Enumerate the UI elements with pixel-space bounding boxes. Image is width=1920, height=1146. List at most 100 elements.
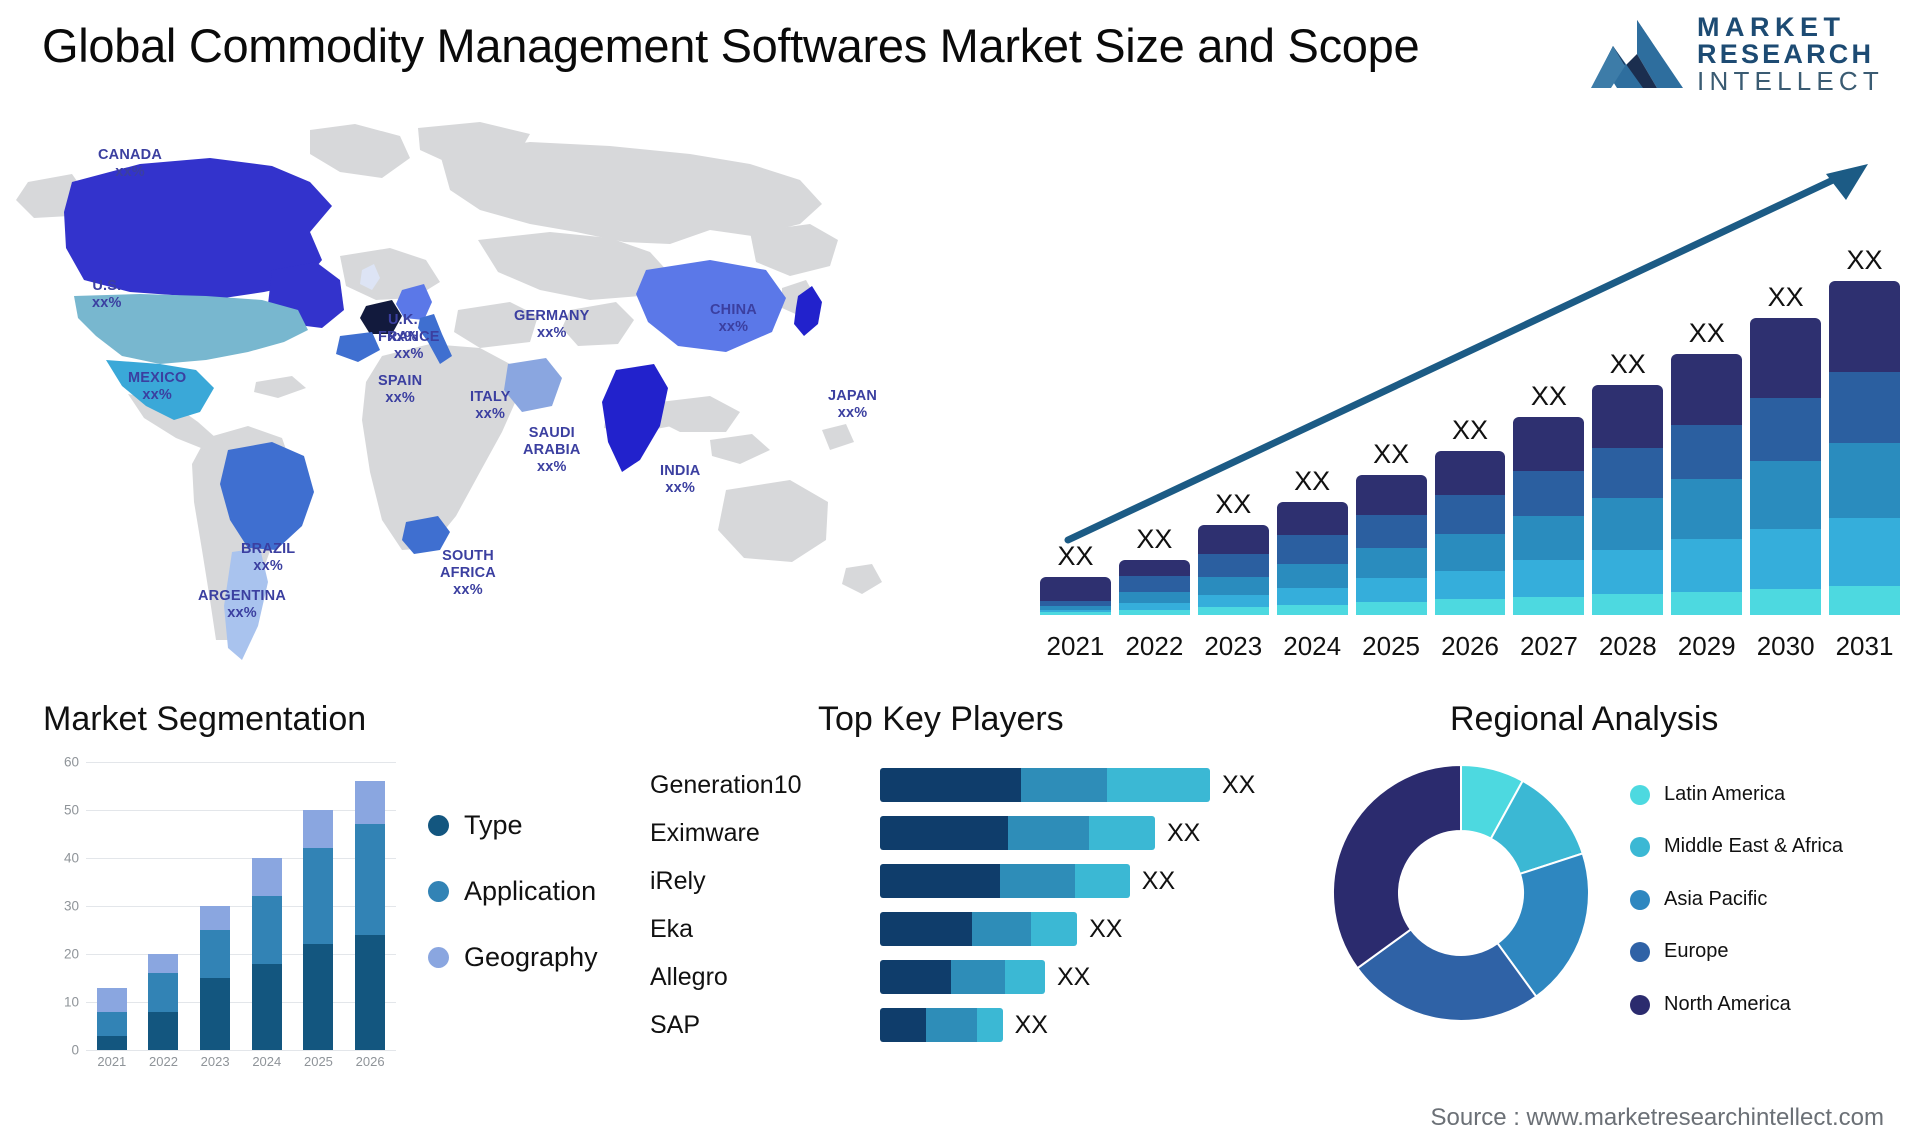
forecast-bar-segment	[1829, 586, 1900, 615]
forecast-bar-segment	[1829, 281, 1900, 373]
forecast-bar-segment	[1829, 518, 1900, 587]
key-player-bar	[880, 864, 1130, 898]
forecast-bar-segment	[1118, 575, 1190, 592]
world-map-svg	[16, 122, 882, 660]
forecast-bar-column: XX	[1671, 318, 1743, 615]
forecast-bar-segment	[1276, 564, 1348, 588]
key-player-value-label: XX	[1057, 962, 1091, 991]
segmentation-x-tick: 2024	[252, 1054, 282, 1069]
segmentation-bar-segment	[355, 781, 386, 825]
forecast-bar-segment	[1118, 609, 1190, 615]
forecast-bar-segment	[1355, 475, 1427, 515]
forecast-bar-value-label: XX	[1451, 414, 1488, 445]
legend-dot-icon	[1630, 785, 1650, 805]
segmentation-bar-column	[303, 810, 334, 1050]
segmentation-x-axis: 2021 2022 2023 2024 2025 2026	[86, 1054, 396, 1069]
market-segmentation-title: Market Segmentation	[43, 700, 367, 738]
key-player-bar	[880, 960, 1045, 994]
forecast-year-label: 2030	[1756, 631, 1815, 661]
forecast-bar-segment	[1355, 548, 1427, 579]
segmentation-x-tick: 2022	[149, 1054, 178, 1069]
segmentation-bar-segment	[96, 1035, 127, 1050]
forecast-bar-segment	[1197, 553, 1269, 578]
key-player-name: Eka	[650, 914, 694, 943]
regional-legend: Latin America Middle East & Africa Asia Pa…	[1630, 782, 1843, 1016]
forecast-year-label: 2025	[1362, 631, 1420, 661]
segmentation-legend: Type Application Geography	[428, 810, 598, 973]
forecast-bar-segment	[1434, 599, 1506, 615]
forecast-bar-segment	[1197, 595, 1269, 608]
forecast-bar-segment	[1355, 578, 1427, 602]
header: Global Commodity Management Softwares Ma…	[0, 0, 1920, 120]
segmentation-y-tick: 10	[63, 994, 79, 1010]
forecast-bar-segment	[1750, 317, 1822, 399]
key-player-bar-segment	[977, 1008, 1003, 1042]
key-player-bar	[880, 816, 1155, 850]
segmentation-bar-segment	[148, 1011, 179, 1050]
key-player-bar-segment	[1031, 912, 1078, 946]
segmentation-y-tick: 30	[63, 898, 79, 914]
segmentation-bar-column	[251, 858, 282, 1050]
forecast-bar-segment	[1513, 560, 1585, 597]
forecast-bar-value-label: XX	[1215, 488, 1252, 519]
segmentation-legend-item: Type	[428, 810, 598, 841]
key-player-bar-segment	[1000, 864, 1075, 898]
forecast-year-label: 2027	[1519, 631, 1578, 661]
segmentation-y-tick: 20	[63, 946, 79, 962]
forecast-year-label: 2022	[1125, 631, 1184, 661]
top-key-players-panel: Top Key Players Generation10 XX Eximware XX…	[650, 700, 1300, 1130]
forecast-bar-segment	[1671, 479, 1743, 540]
forecast-bar-segment	[1592, 594, 1664, 615]
key-players-list: Generation10 XX Eximware XX iRely XX Eka XX Alle…	[650, 768, 1300, 1042]
forecast-bar-segment	[1276, 587, 1348, 605]
regional-legend-item: Europe	[1630, 939, 1843, 963]
segmentation-bar-segment	[200, 906, 231, 930]
forecast-bar-segment	[1829, 372, 1900, 443]
forecast-bar-segment	[1040, 612, 1111, 615]
segmentation-bar-segment	[251, 963, 282, 1050]
forecast-bar-segment	[1592, 497, 1664, 550]
forecast-bar-column: XX	[1276, 466, 1348, 615]
key-player-name: Eximware	[650, 818, 760, 847]
legend-dot-icon	[428, 815, 449, 836]
key-player-row: SAP XX	[650, 1008, 1300, 1042]
legend-dot-icon	[428, 881, 449, 902]
forecast-stacked-bar	[1750, 317, 1822, 615]
key-player-name: Allegro	[650, 962, 728, 991]
segmentation-bar-segment	[200, 978, 231, 1050]
forecast-bar-segment	[1513, 471, 1585, 516]
key-player-bar-segment	[1008, 816, 1089, 850]
segmentation-y-tick: 50	[63, 802, 79, 818]
forecast-bar-segment	[1829, 442, 1900, 519]
market-size-forecast-chart: XX XX XX XX XX XX XX XX XX XX XX 2021 2022 2023 2024 2…	[1020, 150, 1910, 670]
segmentation-bar-segment	[148, 973, 179, 1012]
logo-line-market: MARKET	[1697, 12, 1846, 42]
key-player-bar-segment	[880, 1008, 926, 1042]
forecast-year-label: 2021	[1046, 631, 1105, 661]
forecast-bar-segment	[1197, 607, 1269, 615]
forecast-bar-segment	[1750, 588, 1822, 615]
regional-donut-chart	[1332, 763, 1590, 1022]
segmentation-legend-item: Geography	[428, 942, 598, 973]
forecast-bar-segment	[1592, 549, 1664, 595]
legend-dot-icon	[1630, 837, 1650, 858]
forecast-stacked-bar	[1040, 577, 1111, 615]
forecast-year-axis: 2021 2022 2023 2024 2025 2026 2027 2028 2029 2030…	[1040, 631, 1900, 662]
forecast-stacked-bar	[1592, 385, 1664, 615]
segmentation-bar-segment	[148, 954, 179, 974]
forecast-bar-segment	[1355, 601, 1427, 615]
forecast-bar-column: XX	[1040, 541, 1111, 615]
regional-legend-item: North America	[1630, 992, 1843, 1016]
forecast-bar-value-label: XX	[1373, 439, 1410, 470]
forecast-bar-segment	[1592, 385, 1664, 448]
world-map: CANADA xx% U.S. xx% MEXICO xx% BRAZIL xx% ARGENT…	[10, 120, 940, 680]
forecast-bar-column: XX	[1434, 414, 1506, 615]
forecast-stacked-bar	[1276, 501, 1348, 615]
regional-analysis-title: Regional Analysis	[1450, 700, 1719, 738]
segmentation-bar-segment	[200, 930, 231, 978]
forecast-bar-segment	[1671, 424, 1743, 480]
segmentation-x-tick: 2025	[303, 1054, 333, 1069]
key-player-bar	[880, 912, 1078, 946]
legend-dot-icon	[1630, 994, 1650, 1015]
forecast-bar-segment	[1750, 398, 1822, 462]
